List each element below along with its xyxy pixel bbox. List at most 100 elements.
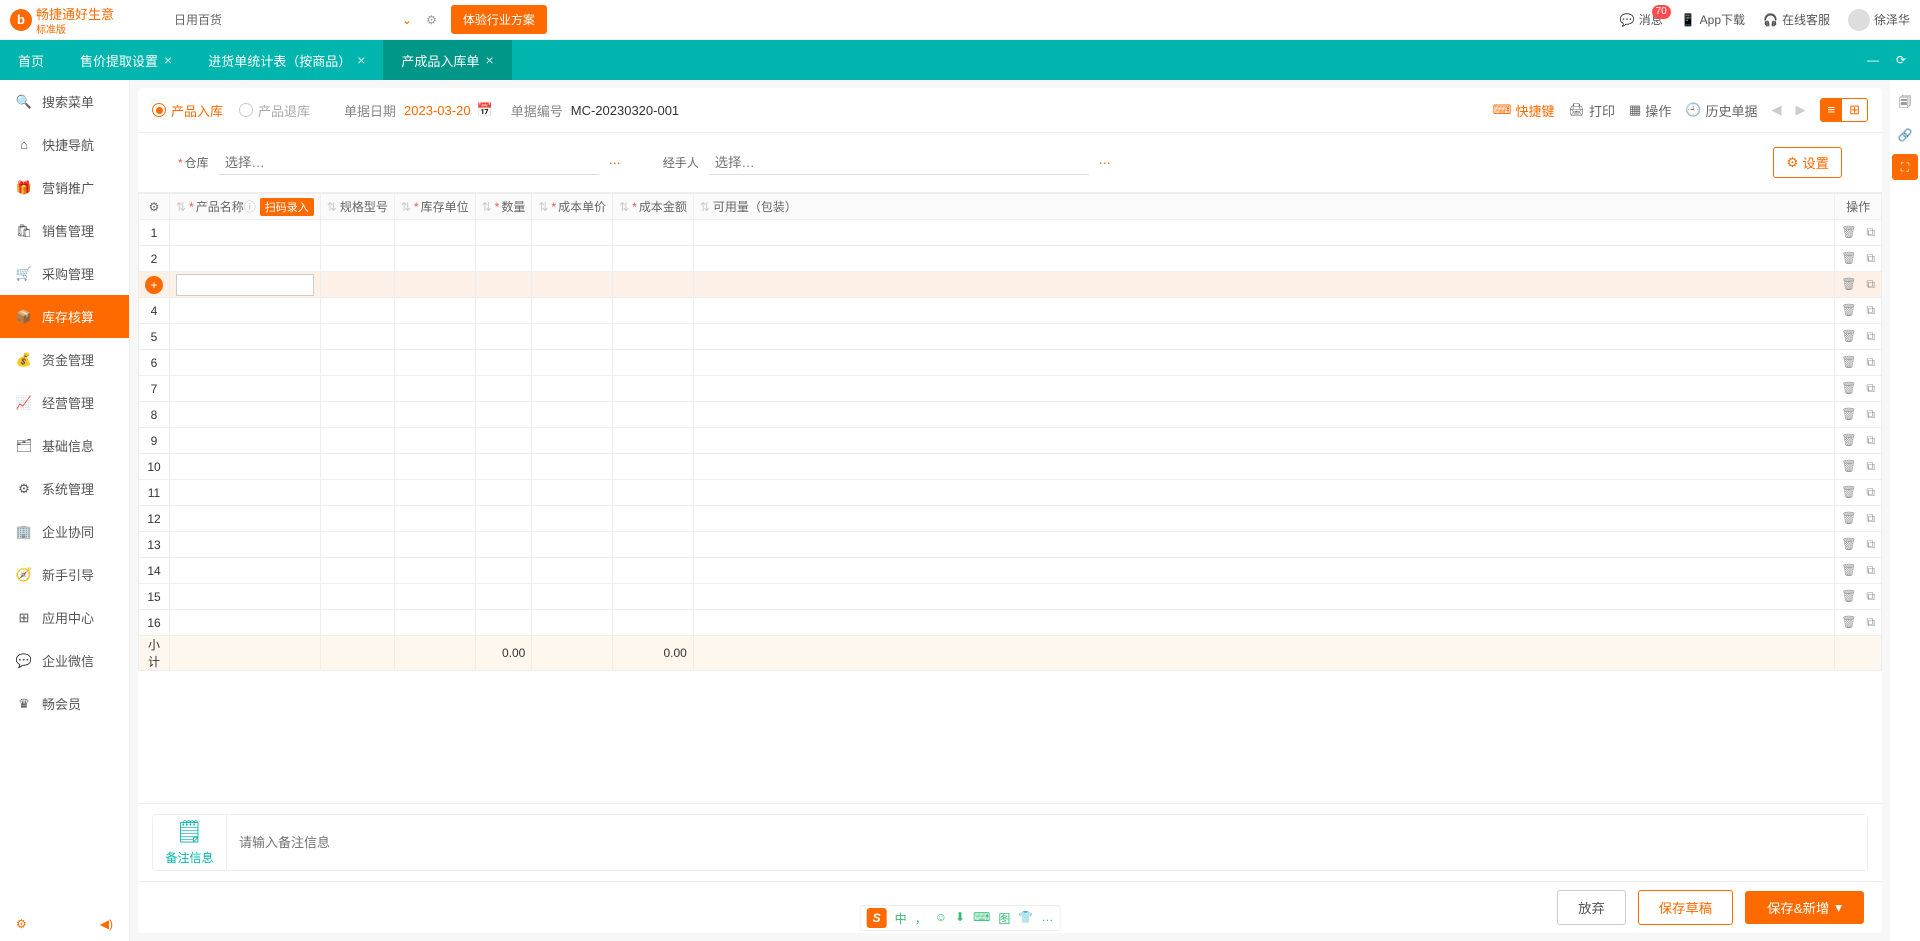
table-row[interactable]: 10🗑⧉ — [139, 454, 1882, 480]
rail-note-icon[interactable]: 🗐 — [1892, 90, 1918, 116]
tab-refresh-icon[interactable]: ⟳ — [1888, 47, 1914, 73]
copy-row-icon[interactable]: ⧉ — [1866, 303, 1875, 318]
sidebar-item-4[interactable]: 🛒采购管理 — [0, 252, 129, 295]
sidebar-item-9[interactable]: ⚙系统管理 — [0, 467, 129, 510]
tab-close-icon[interactable]: × — [164, 52, 172, 68]
ime-item[interactable]: … — [1041, 910, 1053, 927]
print-button[interactable]: 🖨打印 — [1568, 101, 1615, 120]
tab-close-icon[interactable]: × — [485, 52, 493, 68]
copy-row-icon[interactable]: ⧉ — [1866, 251, 1875, 266]
tab-1[interactable]: 售价提取设置× — [62, 40, 190, 80]
delete-row-icon[interactable]: 🗑 — [1841, 303, 1856, 318]
table-row[interactable]: 2🗑⧉ — [139, 246, 1882, 272]
table-row[interactable]: 5🗑⧉ — [139, 324, 1882, 350]
delete-row-icon[interactable]: 🗑 — [1841, 329, 1856, 344]
add-row-icon[interactable]: + — [145, 276, 163, 294]
warehouse-input[interactable] — [219, 151, 599, 175]
messages-button[interactable]: 💬 消息 70 — [1620, 11, 1663, 28]
history-button[interactable]: 🕘历史单据 — [1685, 101, 1757, 120]
ime-item[interactable]: 图 — [998, 910, 1010, 927]
copy-row-icon[interactable]: ⧉ — [1866, 459, 1875, 474]
delete-row-icon[interactable]: 🗑 — [1841, 563, 1856, 578]
delete-row-icon[interactable]: 🗑 — [1841, 277, 1856, 292]
tab-3[interactable]: 产成品入库单× — [383, 40, 511, 80]
delete-row-icon[interactable]: 🗑 — [1841, 355, 1856, 370]
copy-row-icon[interactable]: ⧉ — [1866, 537, 1875, 552]
sidebar-item-2[interactable]: 🎁营销推广 — [0, 166, 129, 209]
delete-row-icon[interactable]: 🗑 — [1841, 433, 1856, 448]
sidebar-collapse-icon[interactable]: ◀) — [100, 917, 113, 931]
user-menu[interactable]: 徐泽华 — [1848, 9, 1910, 31]
delete-row-icon[interactable]: 🗑 — [1841, 589, 1856, 604]
remark-input[interactable] — [227, 815, 1867, 870]
copy-row-icon[interactable]: ⧉ — [1866, 511, 1875, 526]
copy-row-icon[interactable]: ⧉ — [1866, 433, 1875, 448]
settings-button[interactable]: ⚙设置 — [1773, 147, 1842, 178]
scan-button[interactable]: 扫码录入 — [260, 198, 314, 216]
save-and-new-button[interactable]: 保存&新增▾ — [1745, 891, 1864, 924]
sidebar-item-7[interactable]: 📈经营管理 — [0, 381, 129, 424]
rail-link-icon[interactable]: 🔗 — [1892, 122, 1918, 148]
table-config-icon[interactable]: ⚙ — [149, 200, 160, 214]
shortcut-button[interactable]: ⌨快捷键 — [1493, 101, 1555, 120]
online-service-button[interactable]: 🎧在线客服 — [1763, 11, 1830, 28]
table-row[interactable]: 12🗑⧉ — [139, 506, 1882, 532]
delete-row-icon[interactable]: 🗑 — [1841, 225, 1856, 240]
table-row[interactable]: 14🗑⧉ — [139, 558, 1882, 584]
sidebar-item-11[interactable]: 🧭新手引导 — [0, 553, 129, 596]
view-detail-icon[interactable]: ⊞ — [1842, 99, 1867, 121]
doc-date-value[interactable]: 2023-03-20 — [404, 103, 471, 118]
warehouse-picker-icon[interactable]: ⋯ — [609, 156, 623, 170]
category-select[interactable]: 日用百货 ⌄ — [174, 11, 412, 28]
table-wrap[interactable]: ⚙ ⇅*产品名称ⓘ扫码录入 ⇅规格型号 ⇅*库存单位 ⇅*数量 ⇅*成本单价 ⇅… — [138, 192, 1882, 804]
save-draft-button[interactable]: 保存草稿 — [1638, 890, 1733, 925]
handler-picker-icon[interactable]: ⋯ — [1099, 156, 1113, 170]
radio-product-out[interactable]: 产品退库 — [239, 101, 310, 120]
tab-0[interactable]: 首页 — [0, 40, 62, 80]
view-list-icon[interactable]: ≡ — [1821, 99, 1843, 121]
copy-row-icon[interactable]: ⧉ — [1866, 277, 1875, 292]
sidebar-item-6[interactable]: 💰资金管理 — [0, 338, 129, 381]
copy-row-icon[interactable]: ⧉ — [1866, 589, 1875, 604]
sidebar-item-5[interactable]: 📦库存核算 — [0, 295, 129, 338]
table-row[interactable]: 4🗑⧉ — [139, 298, 1882, 324]
delete-row-icon[interactable]: 🗑 — [1841, 251, 1856, 266]
copy-row-icon[interactable]: ⧉ — [1866, 329, 1875, 344]
ime-item[interactable]: ⌨ — [973, 910, 990, 927]
calendar-icon[interactable]: 📅 — [477, 102, 493, 118]
sidebar-gear-icon[interactable]: ⚙ — [16, 917, 27, 931]
ime-item[interactable]: ， — [915, 910, 927, 927]
ime-item[interactable]: ⬇ — [955, 910, 965, 927]
ime-item[interactable]: 👕 — [1018, 910, 1033, 927]
product-name-input[interactable] — [176, 274, 314, 296]
delete-row-icon[interactable]: 🗑 — [1841, 485, 1856, 500]
copy-row-icon[interactable]: ⧉ — [1866, 355, 1875, 370]
sidebar-item-10[interactable]: 🏢企业协同 — [0, 510, 129, 553]
sidebar-item-12[interactable]: ⊞应用中心 — [0, 596, 129, 639]
sidebar-item-8[interactable]: 🗂基础信息 — [0, 424, 129, 467]
table-row[interactable]: 16🗑⧉ — [139, 610, 1882, 636]
discard-button[interactable]: 放弃 — [1557, 890, 1626, 925]
handler-input[interactable] — [709, 151, 1089, 175]
prev-icon[interactable]: ◀ — [1772, 102, 1782, 118]
help-icon[interactable]: ⓘ — [244, 200, 256, 214]
ime-item[interactable]: ☺ — [935, 910, 947, 927]
table-row[interactable]: 9🗑⧉ — [139, 428, 1882, 454]
next-icon[interactable]: ▶ — [1796, 102, 1806, 118]
delete-row-icon[interactable]: 🗑 — [1841, 381, 1856, 396]
sidebar-item-0[interactable]: 🔍搜索菜单 — [0, 80, 129, 123]
delete-row-icon[interactable]: 🗑 — [1841, 459, 1856, 474]
tab-minimize-icon[interactable]: — — [1860, 47, 1886, 73]
tab-2[interactable]: 进货单统计表（按商品）× — [190, 40, 383, 80]
copy-row-icon[interactable]: ⧉ — [1866, 563, 1875, 578]
industry-cta-button[interactable]: 体验行业方案 — [451, 5, 547, 34]
sidebar-item-13[interactable]: 💬企业微信 — [0, 639, 129, 682]
table-row[interactable]: 1🗑⧉ — [139, 220, 1882, 246]
sidebar-item-14[interactable]: ♛畅会员 — [0, 682, 129, 725]
table-row[interactable]: 15🗑⧉ — [139, 584, 1882, 610]
radio-product-in[interactable]: 产品入库 — [152, 101, 223, 120]
copy-row-icon[interactable]: ⧉ — [1866, 615, 1875, 630]
delete-row-icon[interactable]: 🗑 — [1841, 511, 1856, 526]
table-row[interactable]: 6🗑⧉ — [139, 350, 1882, 376]
sidebar-item-1[interactable]: ⌂快捷导航 — [0, 123, 129, 166]
